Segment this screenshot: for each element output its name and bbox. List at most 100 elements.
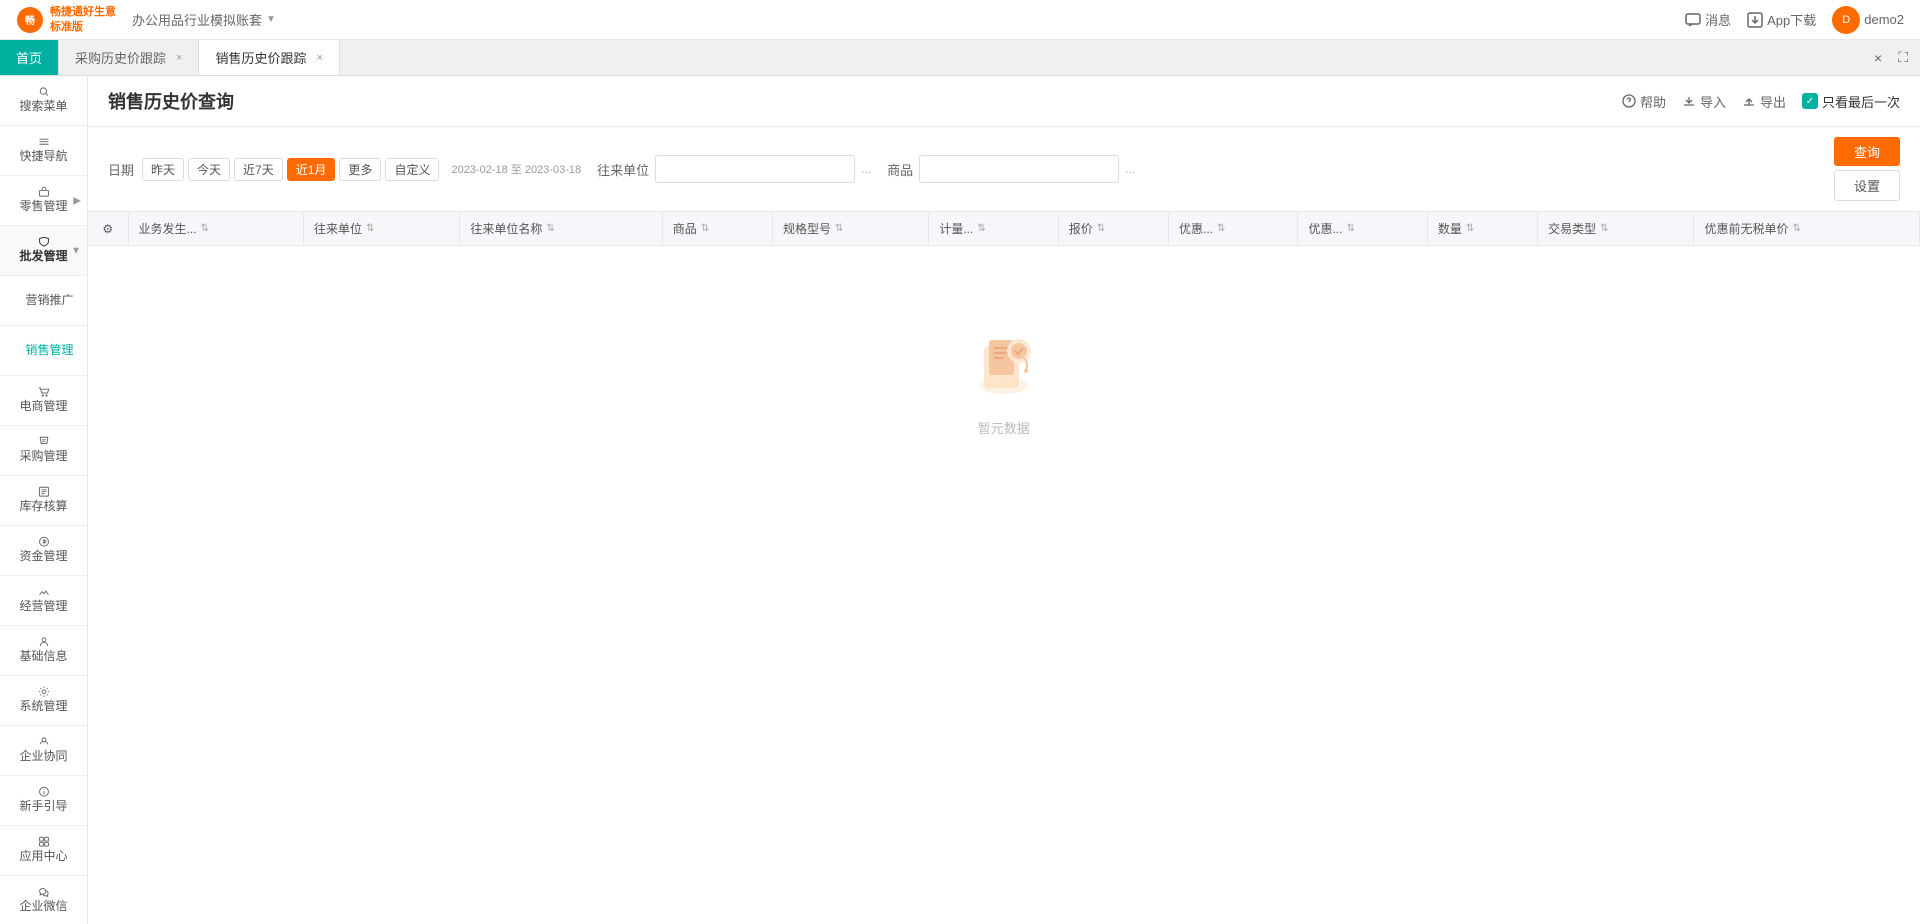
date-filter-label: 日期 (108, 160, 134, 179)
settings-button[interactable]: 设置 (1834, 170, 1900, 201)
table-settings-column[interactable]: ⚙ (88, 212, 128, 246)
table-header-trade-type[interactable]: 交易类型 ⇅ (1538, 212, 1694, 246)
sidebar-label-inventory: 库存核算 (19, 499, 67, 515)
product-filter-group: 商品 ... (887, 155, 1135, 183)
logo-text: 畅捷通好生意 标准版 (50, 5, 116, 34)
sidebar-item-app-center[interactable]: 应用中心 (0, 826, 87, 876)
ops-icon (35, 586, 53, 597)
checkbox-checked-icon: ✓ (1802, 93, 1818, 109)
app-selector-label: 办公用品行业模拟账套 (132, 10, 262, 29)
sort-icon-partner-name: ⇅ (546, 223, 554, 234)
app-selector[interactable]: 办公用品行业模拟账套 ▼ (124, 10, 284, 29)
guide-icon (35, 786, 53, 797)
sidebar-item-purchase-mgmt[interactable]: 采购管理 (0, 426, 87, 476)
sidebar-item-ops-mgmt[interactable]: 经营管理 (0, 576, 87, 626)
collab-icon (35, 736, 53, 747)
sidebar-item-enterprise-collab[interactable]: 企业协同 (0, 726, 87, 776)
sort-icon-product: ⇅ (701, 223, 709, 234)
date-range-text: 2023-02-18 至 2023-03-18 (451, 161, 581, 177)
message-button[interactable]: 消息 (1685, 10, 1731, 29)
table-container: ⚙ 业务发生... ⇅ 往来单位 ⇅ (88, 212, 1920, 924)
date-btn-last7days[interactable]: 近7天 (234, 158, 283, 181)
maximize-button[interactable]: ⛶ (1894, 45, 1912, 70)
user-info[interactable]: D demo2 (1832, 6, 1904, 34)
sidebar-item-system-mgmt[interactable]: 系统管理 (0, 676, 87, 726)
close-tab-sales-icon[interactable]: × (316, 52, 322, 64)
table-header-price[interactable]: 报价 ⇅ (1058, 212, 1168, 246)
system-icon (35, 686, 53, 697)
sidebar-item-inventory[interactable]: 库存核算 (0, 476, 87, 526)
table-header-partner-name[interactable]: 往来单位名称 ⇅ (460, 212, 662, 246)
table-header-discount2[interactable]: 优惠... ⇅ (1298, 212, 1427, 246)
sidebar-label-enterprise-collab: 企业协同 (19, 749, 67, 765)
table-header-unit[interactable]: 计量... ⇅ (929, 212, 1058, 246)
tab-home[interactable]: 首页 (0, 40, 59, 75)
sidebar-item-ecommerce-mgmt[interactable]: 电商管理 (0, 376, 87, 426)
logo-area: 畅 畅捷通好生意 标准版 (16, 5, 116, 34)
sidebar-item-basic-info[interactable]: 基础信息 (0, 626, 87, 676)
message-icon (1685, 12, 1701, 28)
sidebar-label-ops-mgmt: 经营管理 (19, 599, 67, 615)
query-button[interactable]: 查询 (1834, 137, 1900, 166)
partner-dots-button[interactable]: ... (861, 162, 871, 176)
table-header-product[interactable]: 商品 ⇅ (662, 212, 772, 246)
help-button[interactable]: 帮助 (1622, 92, 1666, 111)
sort-icon-quantity: ⇅ (1466, 223, 1474, 234)
partner-input[interactable] (655, 155, 855, 183)
purchase-icon (35, 436, 53, 447)
close-all-tabs-button[interactable]: × (1870, 46, 1886, 70)
only-last-checkbox[interactable]: ✓ 只看最后一次 (1802, 92, 1900, 111)
top-header: 畅 畅捷通好生意 标准版 办公用品行业模拟账套 ▼ 消息 App下载 (0, 0, 1920, 40)
sidebar-item-enterprise-wechat[interactable]: 企业微信 (0, 876, 87, 924)
date-btn-last1month[interactable]: 近1月 (287, 158, 336, 181)
date-btn-custom[interactable]: 自定义 (385, 158, 439, 181)
empty-text: 暂元数据 (978, 418, 1030, 437)
search-icon (35, 86, 53, 97)
product-dots-button[interactable]: ... (1125, 162, 1135, 176)
date-btn-yesterday[interactable]: 昨天 (142, 158, 184, 181)
sidebar: 搜索菜单 快捷导航 零售管理 ▶ 批发管理 ▼ 营销推广 销 (0, 76, 88, 924)
tab-purchase-history[interactable]: 采购历史价跟踪 × (59, 40, 199, 75)
sort-icon-spec: ⇅ (835, 223, 843, 234)
date-btn-more[interactable]: 更多 (339, 158, 381, 181)
sidebar-item-marketing[interactable]: 营销推广 (0, 276, 87, 326)
basic-info-icon (35, 636, 53, 647)
wechat-icon (35, 886, 53, 897)
inventory-icon (35, 486, 53, 497)
sidebar-item-quick-nav[interactable]: 快捷导航 (0, 126, 87, 176)
sidebar-label-retail-mgmt: 零售管理 (19, 199, 67, 215)
tab-sales-history[interactable]: 销售历史价跟踪 × (199, 40, 339, 75)
sidebar-item-finance-mgmt[interactable]: 资金管理 (0, 526, 87, 576)
table-header-partner-code[interactable]: 往来单位 ⇅ (304, 212, 460, 246)
sort-icon-discount2: ⇅ (1346, 223, 1354, 234)
sidebar-label-wholesale-mgmt: 批发管理 (19, 249, 67, 265)
table-header-spec[interactable]: 规格型号 ⇅ (773, 212, 929, 246)
export-icon (1742, 94, 1756, 108)
export-button[interactable]: 导出 (1742, 92, 1786, 111)
sidebar-item-search-menu[interactable]: 搜索菜单 (0, 76, 87, 126)
sidebar-label-app-center: 应用中心 (19, 849, 67, 865)
download-icon (1747, 12, 1763, 28)
sidebar-item-wholesale-mgmt[interactable]: 批发管理 ▼ (0, 226, 87, 276)
sort-icon-unit: ⇅ (977, 223, 985, 234)
sidebar-label-marketing: 营销推广 (25, 293, 73, 309)
sidebar-item-new-guide[interactable]: 新手引导 (0, 776, 87, 826)
app-download-button[interactable]: App下载 (1747, 10, 1816, 29)
date-filter-group: 日期 昨天 今天 近7天 近1月 更多 自定义 2023-02-18 至 202… (108, 158, 581, 181)
import-button[interactable]: 导入 (1682, 92, 1726, 111)
sidebar-item-retail-mgmt[interactable]: 零售管理 ▶ (0, 176, 87, 226)
sidebar-label-quick-nav: 快捷导航 (19, 149, 67, 165)
date-btn-today[interactable]: 今天 (188, 158, 230, 181)
header-right: 消息 App下载 D demo2 (1685, 6, 1904, 34)
close-tab-purchase-icon[interactable]: × (176, 52, 182, 64)
table-header-row: ⚙ 业务发生... ⇅ 往来单位 ⇅ (88, 212, 1920, 246)
page-title-row: 销售历史价查询 帮助 导入 (108, 88, 1900, 114)
sidebar-item-sales-mgmt[interactable]: 销售管理 (0, 326, 87, 376)
table-header-biz-date[interactable]: 业务发生... ⇅ (128, 212, 304, 246)
table-header-pretax-price[interactable]: 优惠前无税单价 ⇅ (1694, 212, 1920, 246)
logo-icon: 畅 (16, 6, 44, 34)
product-input[interactable] (919, 155, 1119, 183)
import-icon (1682, 94, 1696, 108)
table-header-discount1[interactable]: 优惠... ⇅ (1169, 212, 1298, 246)
table-header-quantity[interactable]: 数量 ⇅ (1427, 212, 1537, 246)
